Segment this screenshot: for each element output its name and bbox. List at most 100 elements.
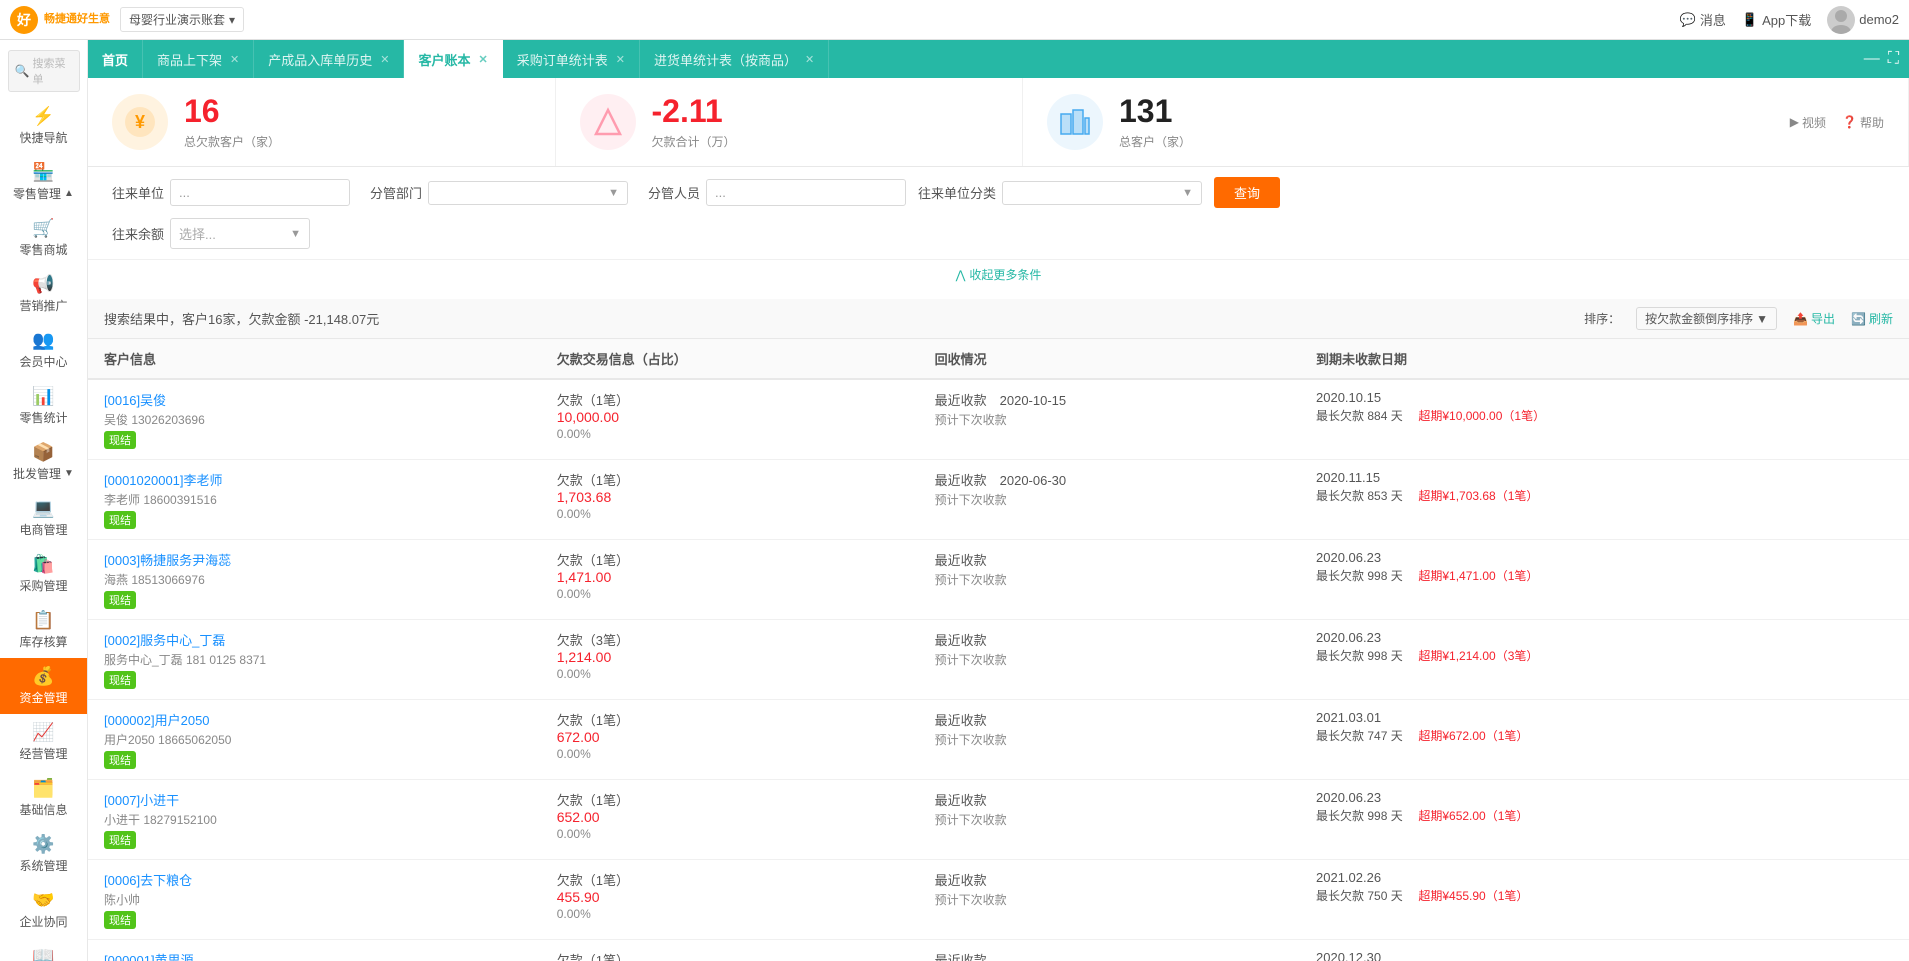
overdue-amount-3[interactable]: 超期¥1,214.00（3笔） bbox=[1418, 649, 1538, 663]
sidebar-item-basic-info[interactable]: 🗂️ 基础信息 bbox=[0, 770, 87, 826]
sidebar-item-purchase[interactable]: 🛍️ 采购管理 bbox=[0, 546, 87, 602]
customer-badge-2: 现结 bbox=[104, 591, 136, 609]
message-label: 消息 bbox=[1700, 10, 1726, 29]
debt-amount-1[interactable]: 1,703.68 bbox=[557, 489, 903, 505]
tab-purchase-order-stats[interactable]: 采购订单统计表 ✕ bbox=[503, 40, 640, 78]
debt-amount-3[interactable]: 1,214.00 bbox=[557, 649, 903, 665]
customer-phone-3: 服务中心_丁磊 181 0125 8371 bbox=[104, 651, 525, 668]
tab-inbound-history[interactable]: 产成品入库单历史 ✕ bbox=[254, 40, 404, 78]
search-button[interactable]: 查询 bbox=[1214, 177, 1280, 208]
dept-input[interactable]: ▼ bbox=[428, 181, 628, 205]
sidebar-item-retail-mall[interactable]: 🛒 零售商城 bbox=[0, 210, 87, 266]
sidebar-item-wholesale[interactable]: 📦 批发管理 ▼ bbox=[0, 434, 87, 490]
industry-selector[interactable]: 母婴行业演示账套 ▾ bbox=[120, 7, 244, 32]
sidebar-item-system[interactable]: ⚙️ 系统管理 bbox=[0, 826, 87, 882]
sidebar-item-inventory[interactable]: 📋 库存核算 bbox=[0, 602, 87, 658]
customer-name-7[interactable]: [000001]黄思源 bbox=[104, 950, 525, 961]
customer-name-6[interactable]: [0006]去下粮仓 bbox=[104, 870, 525, 889]
tab-inbound-history-close-icon[interactable]: ✕ bbox=[380, 53, 389, 66]
overdue-amount-4[interactable]: 超期¥672.00（1笔） bbox=[1418, 729, 1528, 743]
sidebar-item-ecommerce[interactable]: 💻 电商管理 bbox=[0, 490, 87, 546]
overdue-amount-6[interactable]: 超期¥455.90（1笔） bbox=[1418, 889, 1528, 903]
sidebar-item-members[interactable]: 👥 会员中心 bbox=[0, 322, 87, 378]
help-btn[interactable]: ❓ 帮助 bbox=[1842, 114, 1884, 131]
export-label: 导出 bbox=[1811, 310, 1835, 327]
cell-due-date-7: 2020.12.30 最长欠款 808 天 超期¥429.00（1笔） bbox=[1300, 940, 1909, 961]
next-collection-6: 预计下次收款 bbox=[935, 891, 1284, 908]
due-date-2: 2020.06.23 bbox=[1316, 550, 1893, 565]
due-date-6: 2021.02.26 bbox=[1316, 870, 1893, 885]
from-unit-input[interactable]: ... bbox=[170, 179, 350, 206]
customer-name-0[interactable]: [0016]吴俊 bbox=[104, 390, 525, 409]
debt-amount-0[interactable]: 10,000.00 bbox=[557, 409, 903, 425]
col-due-date: 到期未收款日期 bbox=[1300, 339, 1909, 379]
tab-product-listing-close-icon[interactable]: ✕ bbox=[230, 53, 239, 66]
debt-label-5: 欠款（1笔） bbox=[557, 790, 903, 809]
export-btn[interactable]: 📤 导出 bbox=[1793, 310, 1835, 327]
due-date-3: 2020.06.23 bbox=[1316, 630, 1893, 645]
message-btn[interactable]: 💬 消息 bbox=[1680, 10, 1726, 29]
tab-max-icon[interactable]: ⛶ bbox=[1888, 50, 1899, 68]
sidebar-item-retail-mgmt[interactable]: 🏪 零售管理 ▲ bbox=[0, 154, 87, 210]
overdue-amount-2[interactable]: 超期¥1,471.00（1笔） bbox=[1418, 569, 1538, 583]
customer-name-1[interactable]: [0001020001]李老师 bbox=[104, 470, 525, 489]
sort-label: 排序： bbox=[1584, 310, 1620, 327]
refresh-btn[interactable]: 🔄 刷新 bbox=[1851, 310, 1893, 327]
sidebar-item-collab[interactable]: 🤝 企业协同 bbox=[0, 882, 87, 938]
cell-debt-info-4: 欠款（1笔） 672.00 0.00% bbox=[541, 700, 919, 780]
customer-name-5[interactable]: [0007]小进干 bbox=[104, 790, 525, 809]
debt-label-1: 欠款（1笔） bbox=[557, 470, 903, 489]
sidebar-item-retail-stats[interactable]: 📊 零售统计 bbox=[0, 378, 87, 434]
debt-percent-5: 0.00% bbox=[557, 827, 903, 841]
sort-dropdown[interactable]: 按欠款金额倒序排序 ▼ bbox=[1636, 307, 1777, 330]
tab-customer-account-close-icon[interactable]: ✕ bbox=[479, 53, 488, 66]
balance-label: 往来余额 bbox=[104, 224, 164, 243]
sidebar-item-finance[interactable]: 💰 资金管理 bbox=[0, 658, 87, 714]
members-label: 会员中心 bbox=[19, 353, 67, 370]
customer-name-2[interactable]: [0003]畅捷服务尹海蕊 bbox=[104, 550, 525, 569]
stat-debt-amount-icon bbox=[580, 94, 636, 150]
tab-purchase-order-stats-close-icon[interactable]: ✕ bbox=[616, 53, 625, 66]
sidebar-item-marketing[interactable]: 📢 营销推广 bbox=[0, 266, 87, 322]
sidebar-item-operations[interactable]: 📈 经营管理 bbox=[0, 714, 87, 770]
debt-amount-4[interactable]: 672.00 bbox=[557, 729, 903, 745]
tab-min-icon[interactable]: — bbox=[1864, 50, 1880, 68]
table-row: [000002]用户2050 用户2050 18665062050 现结 欠款（… bbox=[88, 700, 1909, 780]
data-table: 客户信息 欠款交易信息（占比） 回收情况 到期未收款日期 [0016]吴俊 吴俊… bbox=[88, 339, 1909, 961]
tab-home[interactable]: 首页 bbox=[88, 40, 143, 78]
debt-amount-5[interactable]: 652.00 bbox=[557, 809, 903, 825]
marketing-icon: 📢 bbox=[32, 274, 54, 295]
sidebar-search[interactable]: 🔍 搜索菜单 bbox=[0, 40, 87, 98]
overdue-amount-5[interactable]: 超期¥652.00（1笔） bbox=[1418, 809, 1528, 823]
balance-input[interactable]: 选择... ▼ bbox=[170, 218, 310, 249]
quick-nav-icon: ⚡ bbox=[32, 106, 54, 127]
guide-icon: 📖 bbox=[32, 946, 54, 961]
tab-home-label: 首页 bbox=[102, 50, 128, 69]
sidebar-item-quick-nav[interactable]: ⚡ 快捷导航 bbox=[0, 98, 87, 154]
app-download-btn[interactable]: 📱 App下载 bbox=[1742, 10, 1811, 29]
person-input[interactable]: ... bbox=[706, 179, 906, 206]
debt-label-7: 欠款（1笔） bbox=[557, 950, 903, 961]
tab-customer-account[interactable]: 客户账本 ✕ bbox=[404, 40, 502, 78]
tab-product-listing[interactable]: 商品上下架 ✕ bbox=[143, 40, 254, 78]
due-date-7: 2020.12.30 bbox=[1316, 950, 1893, 961]
unit-category-input[interactable]: ▼ bbox=[1002, 181, 1202, 205]
customer-name-4[interactable]: [000002]用户2050 bbox=[104, 710, 525, 729]
tab-inbound-stats-close-icon[interactable]: ✕ bbox=[805, 53, 814, 66]
cell-due-date-1: 2020.11.15 最长欠款 853 天 超期¥1,703.68（1笔） bbox=[1300, 460, 1909, 540]
due-date-5: 2020.06.23 bbox=[1316, 790, 1893, 805]
filter-collapse-btn[interactable]: ⋀ 收起更多条件 bbox=[104, 260, 1893, 289]
tab-inbound-stats[interactable]: 进货单统计表（按商品） ✕ bbox=[640, 40, 829, 78]
sidebar-item-guide[interactable]: 📖 新手引导 bbox=[0, 938, 87, 961]
debt-amount-2[interactable]: 1,471.00 bbox=[557, 569, 903, 585]
user-profile[interactable]: demo2 bbox=[1827, 6, 1899, 34]
result-bar: 搜索结果中，客户16家，欠款金额 -21,148.07元 排序： 按欠款金额倒序… bbox=[88, 299, 1909, 339]
overdue-amount-1[interactable]: 超期¥1,703.68（1笔） bbox=[1418, 489, 1538, 503]
overdue-amount-0[interactable]: 超期¥10,000.00（1笔） bbox=[1418, 409, 1545, 423]
debt-label-2: 欠款（1笔） bbox=[557, 550, 903, 569]
debt-amount-6[interactable]: 455.90 bbox=[557, 889, 903, 905]
due-date-4: 2021.03.01 bbox=[1316, 710, 1893, 725]
customer-name-3[interactable]: [0002]服务中心_丁磊 bbox=[104, 630, 525, 649]
cell-debt-info-0: 欠款（1笔） 10,000.00 0.00% bbox=[541, 379, 919, 460]
video-help-btn[interactable]: ▶ 视频 bbox=[1790, 114, 1826, 131]
